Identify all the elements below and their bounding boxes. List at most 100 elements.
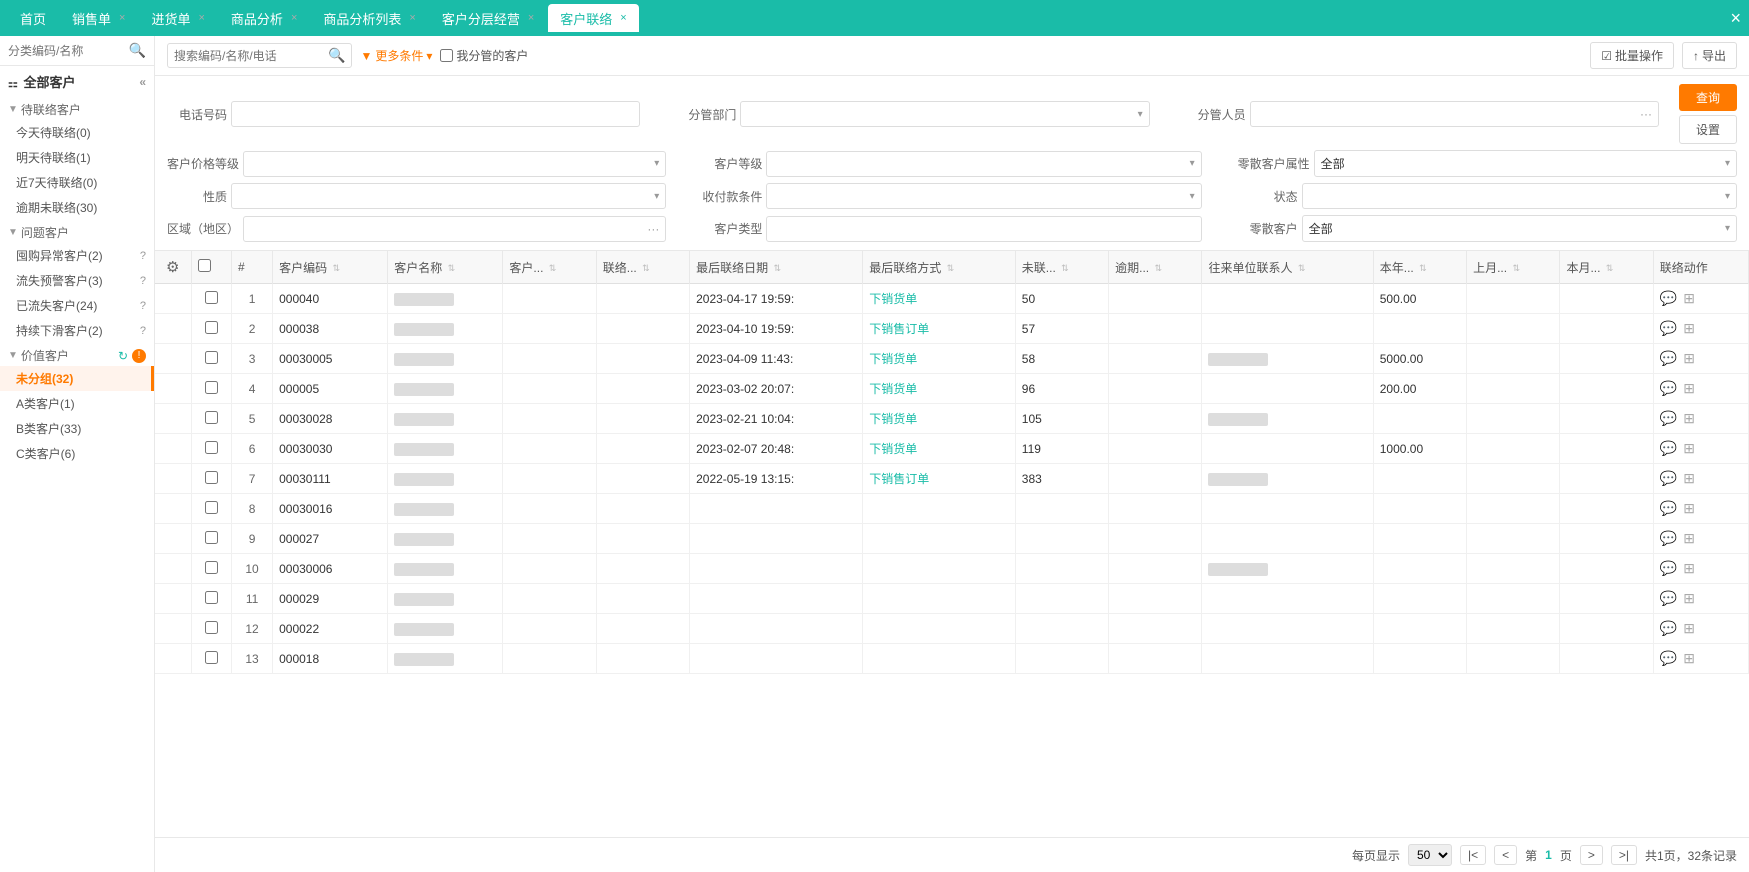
sidebar-search-icon[interactable]: 🔍 bbox=[129, 42, 146, 59]
cell-last-contact-method[interactable]: 下销售订单 bbox=[863, 314, 1016, 344]
col-last-contact-method[interactable]: 最后联络方式 ⇅ bbox=[863, 251, 1016, 284]
filter-dept-select[interactable]: ▾ bbox=[740, 101, 1149, 127]
grid-icon[interactable]: ⊞ bbox=[1683, 620, 1695, 637]
cell-last-contact-method[interactable]: 下销货单 bbox=[863, 344, 1016, 374]
sidebar-item-tomorrow[interactable]: 明天待联络(1) bbox=[0, 145, 154, 170]
query-btn[interactable]: 查询 bbox=[1679, 84, 1737, 111]
tab-sales-close[interactable]: × bbox=[119, 12, 125, 24]
grid-icon[interactable]: ⊞ bbox=[1683, 440, 1695, 457]
grid-icon[interactable]: ⊞ bbox=[1683, 470, 1695, 487]
chat-icon[interactable]: 💬 bbox=[1660, 650, 1677, 667]
row-checkbox[interactable] bbox=[205, 351, 218, 364]
sidebar-item-churn-warning[interactable]: 流失预警客户(3) ? bbox=[0, 268, 154, 293]
col-contacts[interactable]: 往来单位联系人 ⇅ bbox=[1202, 251, 1373, 284]
batch-ops-btn[interactable]: ☑ 批量操作 bbox=[1590, 42, 1674, 69]
cell-last-contact-method[interactable]: 下销售订单 bbox=[863, 464, 1016, 494]
col-uncontacted-days[interactable]: 未联... ⇅ bbox=[1015, 251, 1108, 284]
all-customers-header[interactable]: ⚏ 全部客户 « bbox=[0, 66, 154, 97]
sidebar-item-churned[interactable]: 已流失客户(24) ? bbox=[0, 293, 154, 318]
grid-icon[interactable]: ⊞ bbox=[1683, 590, 1695, 607]
sidebar-item-overdue-contact[interactable]: 逾期未联络(30) bbox=[0, 195, 154, 220]
export-btn[interactable]: ↑ 导出 bbox=[1682, 42, 1737, 69]
col-this-month[interactable]: 本月... ⇅ bbox=[1560, 251, 1653, 284]
row-checkbox[interactable] bbox=[205, 561, 218, 574]
filter-status-select[interactable]: ▾ bbox=[1302, 183, 1737, 209]
tab-purchase[interactable]: 进货单 × bbox=[139, 4, 216, 32]
col-overdue[interactable]: 逾期... ⇅ bbox=[1109, 251, 1202, 284]
sidebar-item-today[interactable]: 今天待联络(0) bbox=[0, 120, 154, 145]
refresh-icon[interactable]: ↻ bbox=[118, 349, 128, 363]
first-page-btn[interactable]: |< bbox=[1460, 845, 1486, 865]
grid-icon[interactable]: ⊞ bbox=[1683, 560, 1695, 577]
settings-icon[interactable]: ⚙ bbox=[166, 259, 179, 276]
grid-icon[interactable]: ⊞ bbox=[1683, 530, 1695, 547]
chat-icon[interactable]: 💬 bbox=[1660, 470, 1677, 487]
contact-method-link[interactable]: 下销货单 bbox=[869, 352, 917, 366]
row-checkbox[interactable] bbox=[205, 381, 218, 394]
sidebar-item-class-b[interactable]: B类客户(33) bbox=[0, 416, 154, 441]
grid-icon[interactable]: ⊞ bbox=[1683, 500, 1695, 517]
contact-method-link[interactable]: 下销货单 bbox=[869, 412, 917, 426]
group-value-customers-label[interactable]: ▼ 价值客户 ↻ ! bbox=[0, 343, 154, 366]
filter-manager-input[interactable]: ··· bbox=[1250, 101, 1659, 127]
contact-method-link[interactable]: 下销售订单 bbox=[869, 322, 929, 336]
contact-method-link[interactable]: 下销货单 bbox=[869, 292, 917, 306]
last-page-btn[interactable]: >| bbox=[1611, 845, 1637, 865]
grid-icon[interactable]: ⊞ bbox=[1683, 380, 1695, 397]
sidebar-item-class-c[interactable]: C类客户(6) bbox=[0, 441, 154, 466]
filter-price-level-select[interactable]: ▾ bbox=[243, 151, 666, 177]
row-checkbox[interactable] bbox=[205, 291, 218, 304]
filter-phone-input[interactable] bbox=[231, 101, 640, 127]
chat-icon[interactable]: 💬 bbox=[1660, 440, 1677, 457]
sidebar-item-hoarding[interactable]: 囤购异常客户(2) ? bbox=[0, 243, 154, 268]
next-page-btn[interactable]: > bbox=[1580, 845, 1603, 865]
row-checkbox[interactable] bbox=[205, 531, 218, 544]
filter-area-input[interactable]: ··· bbox=[243, 216, 666, 242]
chat-icon[interactable]: 💬 bbox=[1660, 410, 1677, 427]
tab-customer-contact-close[interactable]: × bbox=[620, 12, 626, 24]
chat-icon[interactable]: 💬 bbox=[1660, 290, 1677, 307]
tab-customer-contact[interactable]: 客户联络 × bbox=[548, 4, 638, 32]
row-checkbox[interactable] bbox=[205, 621, 218, 634]
filter-customer-level-select[interactable]: ▾ bbox=[766, 151, 1201, 177]
col-name[interactable]: 客户名称 ⇅ bbox=[388, 251, 503, 284]
cell-last-contact-method[interactable]: 下销货单 bbox=[863, 284, 1016, 314]
tab-customer-segment-close[interactable]: × bbox=[528, 12, 534, 24]
filter-retail-customer-select[interactable]: 全部▾ bbox=[1302, 215, 1737, 242]
tab-home[interactable]: 首页 bbox=[8, 4, 58, 32]
tab-analysis-list[interactable]: 商品分析列表 × bbox=[311, 4, 427, 32]
col-this-year[interactable]: 本年... ⇅ bbox=[1373, 251, 1466, 284]
col-code[interactable]: 客户编码 ⇅ bbox=[273, 251, 388, 284]
chat-icon[interactable]: 💬 bbox=[1660, 620, 1677, 637]
tab-analysis-close[interactable]: × bbox=[291, 12, 297, 24]
cell-last-contact-method[interactable]: 下销货单 bbox=[863, 434, 1016, 464]
grid-icon[interactable]: ⊞ bbox=[1683, 650, 1695, 667]
tab-sales[interactable]: 销售单 × bbox=[60, 4, 137, 32]
col-customer-type[interactable]: 客户... ⇅ bbox=[503, 251, 596, 284]
grid-icon[interactable]: ⊞ bbox=[1683, 350, 1695, 367]
row-checkbox[interactable] bbox=[205, 321, 218, 334]
grid-icon[interactable]: ⊞ bbox=[1683, 410, 1695, 427]
grid-icon[interactable]: ⊞ bbox=[1683, 320, 1695, 337]
row-checkbox[interactable] bbox=[205, 591, 218, 604]
my-customers-check[interactable] bbox=[440, 49, 453, 62]
sidebar-item-declining[interactable]: 持续下滑客户(2) ? bbox=[0, 318, 154, 343]
row-checkbox[interactable] bbox=[205, 501, 218, 514]
sidebar-item-class-a[interactable]: A类客户(1) bbox=[0, 391, 154, 416]
reset-btn[interactable]: 设置 bbox=[1679, 115, 1737, 144]
chat-icon[interactable]: 💬 bbox=[1660, 560, 1677, 577]
cell-last-contact-method[interactable]: 下销货单 bbox=[863, 374, 1016, 404]
row-checkbox[interactable] bbox=[205, 441, 218, 454]
contact-method-link[interactable]: 下销售订单 bbox=[869, 472, 929, 486]
prev-page-btn[interactable]: < bbox=[1494, 845, 1517, 865]
tab-purchase-close[interactable]: × bbox=[198, 12, 204, 24]
chat-icon[interactable]: 💬 bbox=[1660, 320, 1677, 337]
contact-method-link[interactable]: 下销货单 bbox=[869, 442, 917, 456]
filter-retail-attr-select[interactable]: 全部▾ bbox=[1314, 150, 1737, 177]
filter-nature-select[interactable]: ▾ bbox=[231, 183, 666, 209]
grid-icon[interactable]: ⊞ bbox=[1683, 290, 1695, 307]
col-last-contact-date[interactable]: 最后联络日期 ⇅ bbox=[690, 251, 863, 284]
tab-customer-segment[interactable]: 客户分层经营 × bbox=[430, 4, 546, 32]
chat-icon[interactable]: 💬 bbox=[1660, 530, 1677, 547]
col-last-month[interactable]: 上月... ⇅ bbox=[1467, 251, 1560, 284]
